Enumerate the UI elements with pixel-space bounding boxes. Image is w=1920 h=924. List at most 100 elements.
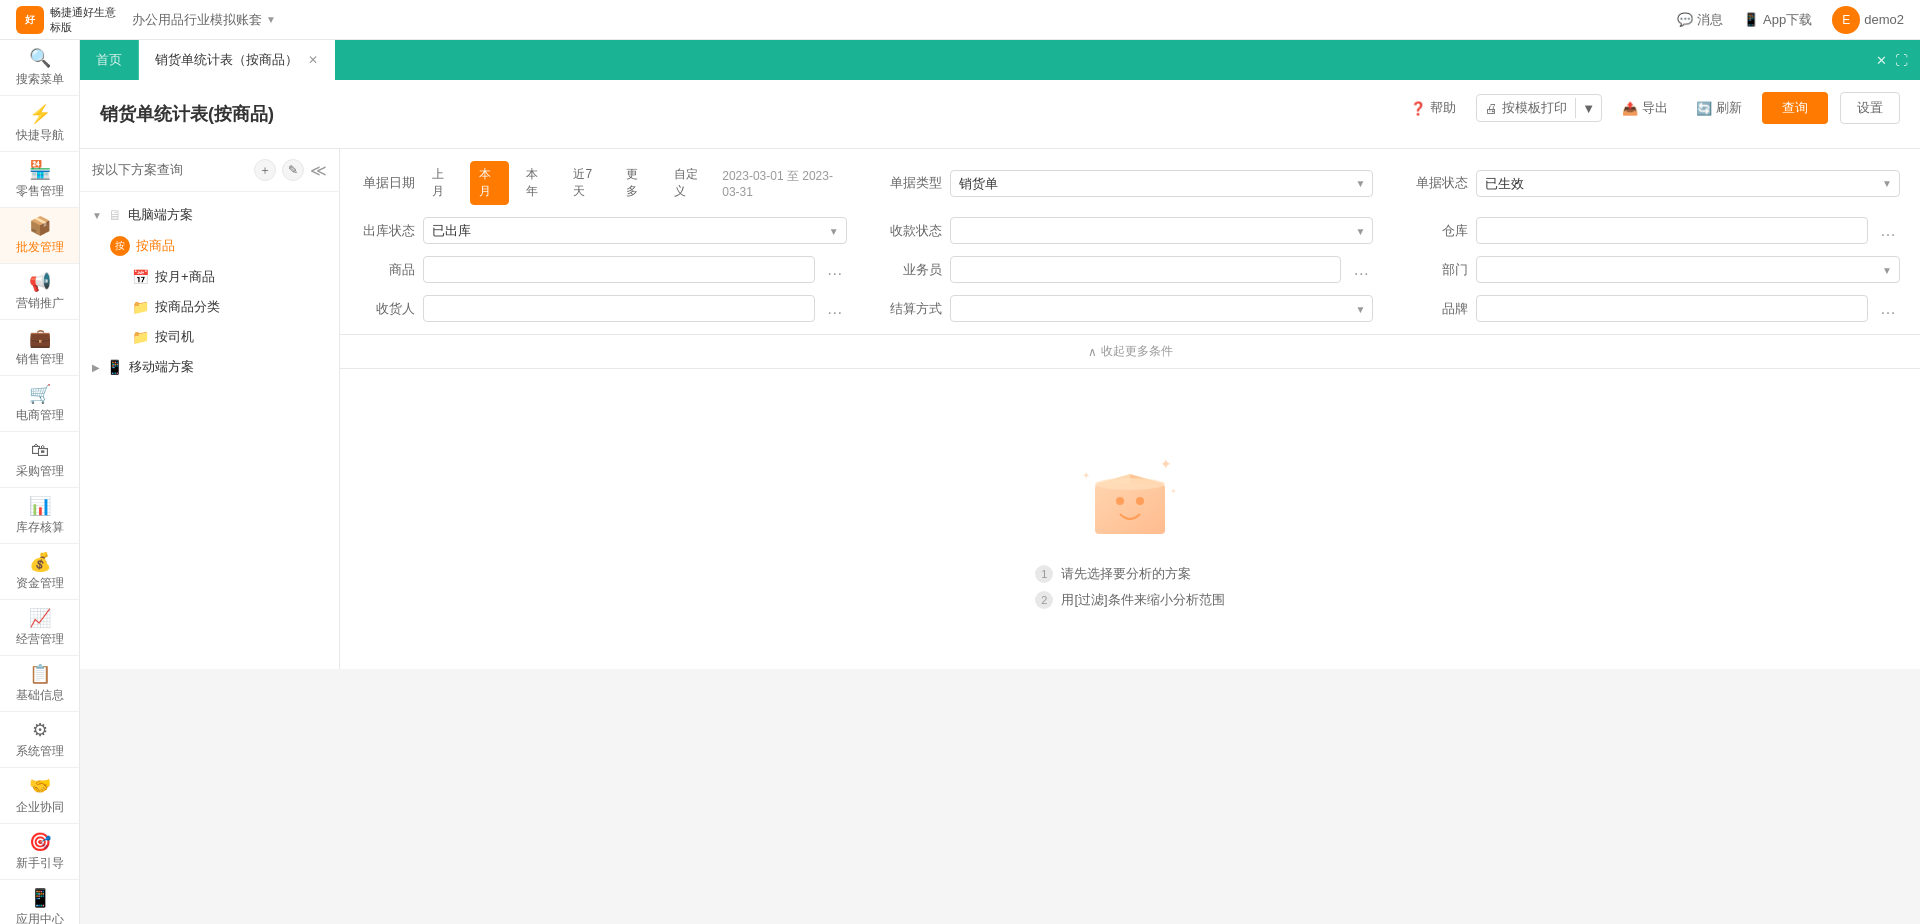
recipient-input[interactable] bbox=[423, 295, 815, 322]
sidebar-item-retail[interactable]: 🏪 零售管理 bbox=[0, 152, 79, 208]
settlement-select[interactable] bbox=[950, 295, 1374, 322]
sidebar-item-system[interactable]: ⚙ 系统管理 bbox=[0, 712, 79, 768]
category-icon: 📁 bbox=[132, 299, 149, 315]
page-content: 销货单统计表(按商品) ❓ 帮助 🖨 按模板打印 ▼ bbox=[80, 80, 1920, 924]
sidebar-item-purchase[interactable]: 🛍 采购管理 bbox=[0, 432, 79, 488]
department-field: 部门 ▼ bbox=[1413, 256, 1900, 283]
collapse-panel-button[interactable]: ≪ bbox=[310, 161, 327, 180]
brand-field: 品牌 … bbox=[1413, 295, 1900, 322]
tree-arrow-mobile: ▶ bbox=[92, 362, 100, 373]
doc-status-field: 单据状态 已生效 ▼ bbox=[1413, 170, 1900, 197]
app-download-action[interactable]: 📱 App下载 bbox=[1743, 11, 1812, 29]
filter-area: 单据日期 上月 本月 本年 近7天 更多 自定义 2023-03-01 至 20… bbox=[340, 149, 1920, 669]
tree-item-by-driver[interactable]: 📁 按司机 bbox=[80, 322, 339, 352]
wholesale-icon: 📦 bbox=[29, 215, 51, 237]
doc-status-select[interactable]: 已生效 bbox=[1476, 170, 1900, 197]
tab-home[interactable]: 首页 bbox=[80, 40, 139, 80]
date-label: 单据日期 bbox=[360, 174, 415, 192]
date-custom[interactable]: 自定义 bbox=[665, 161, 715, 205]
warehouse-dots[interactable]: … bbox=[1876, 222, 1900, 240]
user-action[interactable]: E demo2 bbox=[1832, 6, 1904, 34]
tree-arrow-pc: ▼ bbox=[92, 210, 102, 221]
product-field: 商品 … bbox=[360, 256, 847, 283]
retail-icon: 🏪 bbox=[29, 159, 51, 181]
settings-button[interactable]: 设置 bbox=[1840, 92, 1900, 124]
date-filter-area: 上月 本月 本年 近7天 更多 自定义 2023-03-01 至 2023-03… bbox=[423, 161, 847, 205]
header-left: 好 畅捷通好生意 标版 办公用品行业模拟账套 ▼ bbox=[16, 5, 284, 34]
inventory-icon: 📊 bbox=[29, 495, 51, 517]
tab-sales-report[interactable]: 销货单统计表（按商品） ✕ bbox=[139, 40, 335, 80]
sidebar-item-biz[interactable]: 📈 经营管理 bbox=[0, 600, 79, 656]
product-dots[interactable]: … bbox=[823, 261, 847, 279]
print-dropdown-button[interactable]: ▼ bbox=[1576, 97, 1601, 120]
sidebar-item-wholesale[interactable]: 📦 批发管理 bbox=[0, 208, 79, 264]
collapse-bar[interactable]: ∧ 收起更多条件 bbox=[340, 335, 1920, 369]
product-input[interactable] bbox=[423, 256, 815, 283]
recipient-dots[interactable]: … bbox=[823, 300, 847, 318]
page-actions: ❓ 帮助 🖨 按模板打印 ▼ 📤 bbox=[1402, 92, 1900, 136]
tab-close-icon[interactable]: ✕ bbox=[308, 53, 318, 67]
department-select[interactable] bbox=[1476, 256, 1900, 283]
brand-label: 品牌 bbox=[1413, 300, 1468, 318]
tree-group-mobile[interactable]: ▶ 📱 移动端方案 bbox=[80, 352, 339, 382]
workspace-selector[interactable]: 办公用品行业模拟账套 ▼ bbox=[124, 7, 284, 33]
tree-item-by-product[interactable]: 按 按商品 bbox=[80, 230, 339, 262]
content-area: 首页 销货单统计表（按商品） ✕ ✕ ⛶ 销货单统计表(按商品) ❓ 帮助 bbox=[80, 40, 1920, 924]
tab-minimize-icon[interactable]: ✕ bbox=[1876, 53, 1887, 68]
tree-group-pc[interactable]: ▼ 🖥 电脑端方案 bbox=[80, 200, 339, 230]
left-panel: 按以下方案查询 ＋ ✎ ≪ ▼ 🖥 电脑端方案 bbox=[80, 149, 340, 669]
active-dot: 按 bbox=[110, 236, 130, 256]
svg-text:✦: ✦ bbox=[1082, 470, 1090, 481]
finance-icon: 💰 bbox=[29, 551, 51, 573]
sidebar-item-apps[interactable]: 📱 应用中心 bbox=[0, 880, 79, 924]
tab-bar: 首页 销货单统计表（按商品） ✕ ✕ ⛶ bbox=[80, 40, 1920, 80]
sidebar-item-corp[interactable]: 🤝 企业协同 bbox=[0, 768, 79, 824]
brand-input[interactable] bbox=[1476, 295, 1868, 322]
svg-text:✦: ✦ bbox=[1160, 456, 1172, 472]
sidebar-item-quick-nav[interactable]: ⚡ 快捷导航 bbox=[0, 96, 79, 152]
message-action[interactable]: 💬 消息 bbox=[1677, 11, 1723, 29]
query-button[interactable]: 查询 bbox=[1762, 92, 1828, 124]
date-more[interactable]: 更多 bbox=[617, 161, 656, 205]
receipt-status-select[interactable] bbox=[950, 217, 1374, 244]
tab-spacer bbox=[335, 40, 1864, 80]
left-panel-tools: ＋ ✎ ≪ bbox=[254, 159, 327, 181]
add-plan-button[interactable]: ＋ bbox=[254, 159, 276, 181]
sidebar-item-sales[interactable]: 💼 销售管理 bbox=[0, 320, 79, 376]
out-status-select[interactable]: 已出库 bbox=[423, 217, 847, 244]
out-status-label: 出库状态 bbox=[360, 222, 415, 240]
date-last-month[interactable]: 上月 bbox=[423, 161, 462, 205]
sidebar-item-ecom[interactable]: 🛒 电商管理 bbox=[0, 376, 79, 432]
tab-expand-icon[interactable]: ⛶ bbox=[1895, 53, 1908, 68]
date-this-year[interactable]: 本年 bbox=[517, 161, 556, 205]
tree-item-by-month-product[interactable]: 📅 按月+商品 bbox=[80, 262, 339, 292]
warehouse-input[interactable] bbox=[1476, 217, 1868, 244]
export-button[interactable]: 📤 导出 bbox=[1614, 95, 1676, 121]
refresh-button[interactable]: 🔄 刷新 bbox=[1688, 95, 1750, 121]
salesperson-dots[interactable]: … bbox=[1349, 261, 1373, 279]
sidebar-item-marketing[interactable]: 📢 营销推广 bbox=[0, 264, 79, 320]
date-filter-field: 单据日期 上月 本月 本年 近7天 更多 自定义 2023-03-01 至 20… bbox=[360, 161, 847, 205]
doc-type-select[interactable]: 销货单 bbox=[950, 170, 1374, 197]
salesperson-input[interactable] bbox=[950, 256, 1342, 283]
doc-type-select-wrap: 销货单 ▼ bbox=[950, 170, 1374, 197]
sidebar-item-guide[interactable]: 🎯 新手引导 bbox=[0, 824, 79, 880]
sidebar-item-basic[interactable]: 📋 基础信息 bbox=[0, 656, 79, 712]
date-last-7-days[interactable]: 近7天 bbox=[564, 161, 609, 205]
date-this-month[interactable]: 本月 bbox=[470, 161, 509, 205]
sidebar-item-finance[interactable]: 💰 资金管理 bbox=[0, 544, 79, 600]
sidebar-item-inventory[interactable]: 📊 库存核算 bbox=[0, 488, 79, 544]
help-button[interactable]: ❓ 帮助 bbox=[1402, 95, 1464, 121]
avatar: E bbox=[1832, 6, 1860, 34]
left-panel-header: 按以下方案查询 ＋ ✎ ≪ bbox=[80, 149, 339, 192]
edit-plan-button[interactable]: ✎ bbox=[282, 159, 304, 181]
monitor-icon: 🖥 bbox=[108, 207, 122, 223]
settlement-field: 结算方式 ▼ bbox=[887, 295, 1374, 322]
sidebar-item-search[interactable]: 🔍 搜索菜单 bbox=[0, 40, 79, 96]
brand-dots[interactable]: … bbox=[1876, 300, 1900, 318]
recipient-label: 收货人 bbox=[360, 300, 415, 318]
recipient-field: 收货人 … bbox=[360, 295, 847, 322]
tree-item-by-category[interactable]: 📁 按商品分类 bbox=[80, 292, 339, 322]
print-button[interactable]: 🖨 按模板打印 bbox=[1477, 95, 1575, 121]
driver-icon: 📁 bbox=[132, 329, 149, 345]
